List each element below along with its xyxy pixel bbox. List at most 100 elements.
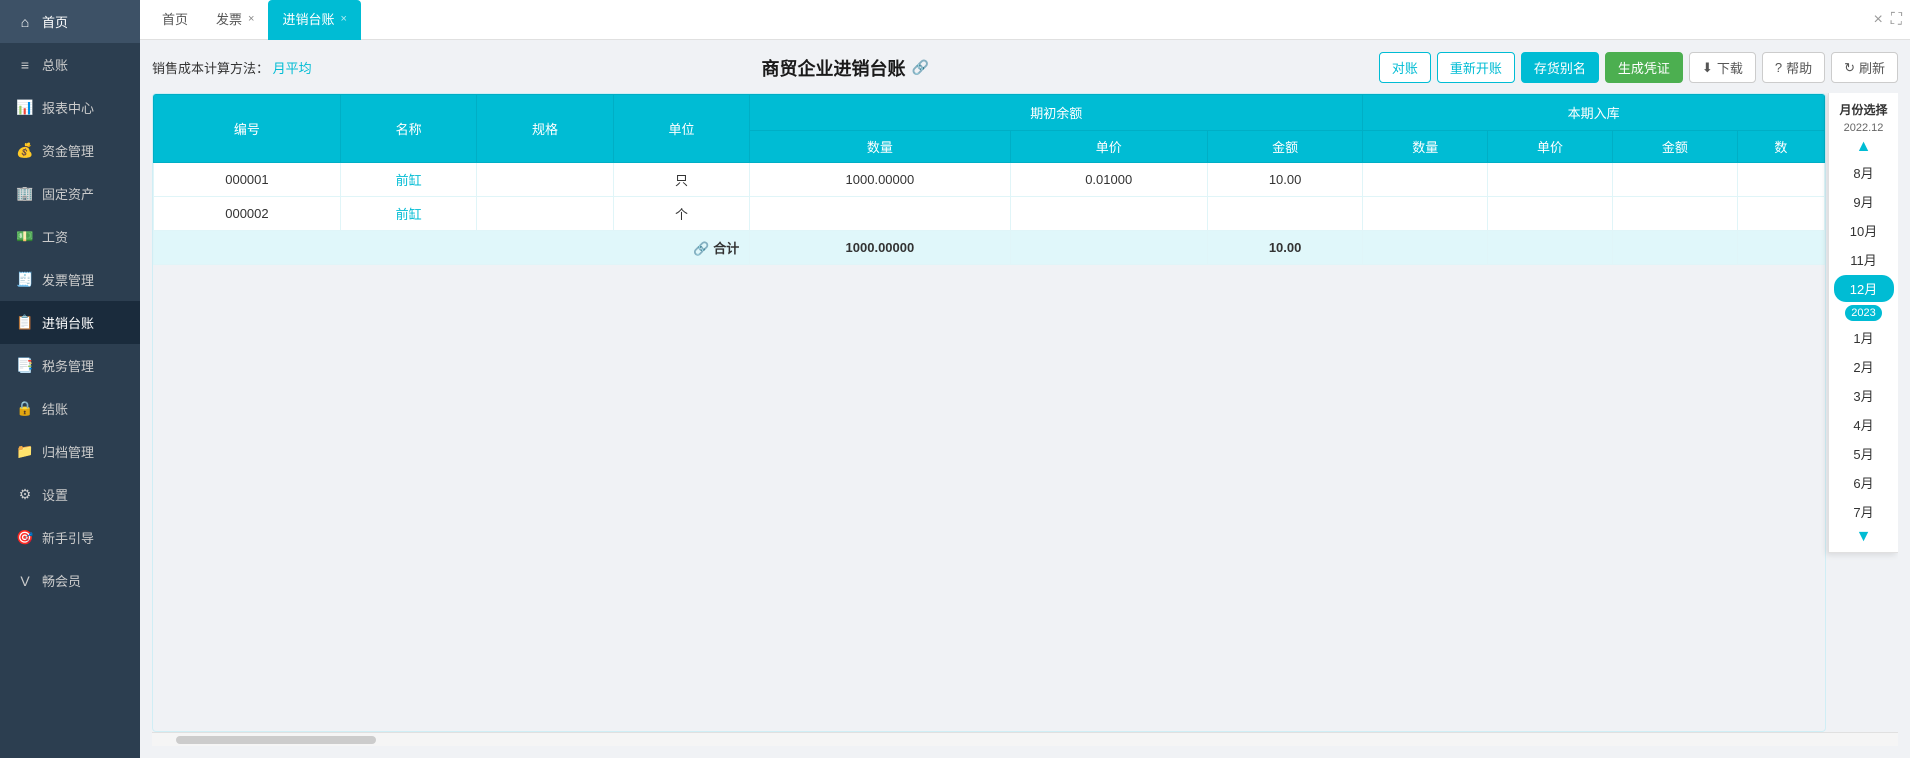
sidebar-item-payroll[interactable]: 💵 工资 — [0, 215, 140, 258]
scroll-thumb[interactable] — [176, 736, 376, 744]
sidebar-item-label: 设置 — [42, 485, 68, 504]
sidebar-item-fixed-assets[interactable]: 🏢 固定资产 — [0, 172, 140, 215]
reopen-button[interactable]: 重新开账 — [1437, 52, 1515, 83]
payroll-icon: 💵 — [16, 228, 34, 245]
cell-in-qty — [1363, 197, 1488, 231]
month-selector-panel: 月份选择 2022.12 ▲ 8月 9月 10月 11月 12月 2023 1月… — [1828, 93, 1898, 553]
purchase-sales-table: 编号 名称 规格 单位 期初余额 本期入库 数量 单价 金额 数量 — [153, 94, 1825, 265]
sidebar-item-settings[interactable]: ⚙ 设置 — [0, 473, 140, 516]
cell-in-price — [1488, 197, 1613, 231]
tab-invoice[interactable]: 发票 × — [202, 0, 268, 40]
sidebar-item-invoice-management[interactable]: 🧾 发票管理 — [0, 258, 140, 301]
total-in-qty — [1363, 231, 1488, 265]
settings-icon: ⚙ — [16, 486, 34, 503]
sidebar-item-reports[interactable]: 📊 报表中心 — [0, 86, 140, 129]
month-item-5[interactable]: 5月 — [1834, 440, 1894, 467]
month-item-8[interactable]: 8月 — [1834, 159, 1894, 186]
tab-purchase-sales-close[interactable]: × — [340, 13, 346, 25]
month-scroll-up[interactable]: ▲ — [1834, 136, 1894, 158]
cell-balance-amount: 10.00 — [1207, 163, 1362, 197]
sidebar: ⌂ 首页 ≡ 总账 📊 报表中心 💰 资金管理 🏢 固定资产 💵 工资 🧾 发票… — [0, 0, 140, 758]
sidebar-item-label: 进销台账 — [42, 313, 94, 332]
total-row: 🔗合计 1000.00000 10.00 — [154, 231, 1825, 265]
month-item-10[interactable]: 10月 — [1834, 217, 1894, 244]
tab-invoice-close[interactable]: × — [248, 13, 254, 25]
cell-code: 000002 — [154, 197, 341, 231]
sidebar-item-label: 新手引导 — [42, 528, 94, 547]
col-unit: 单位 — [613, 95, 749, 163]
save-alias-button[interactable]: 存货别名 — [1521, 52, 1599, 83]
sidebar-item-label: 结账 — [42, 399, 68, 418]
closing-icon: 🔒 — [16, 400, 34, 417]
sidebar-item-label: 资金管理 — [42, 141, 94, 160]
month-item-6[interactable]: 6月 — [1834, 469, 1894, 496]
cell-in-amount — [1612, 197, 1737, 231]
fund-icon: 💰 — [16, 142, 34, 159]
total-balance-qty: 1000.00000 — [750, 231, 1010, 265]
home-icon: ⌂ — [16, 14, 34, 30]
cell-in-price — [1488, 163, 1613, 197]
sidebar-item-guide[interactable]: 🎯 新手引导 — [0, 516, 140, 559]
table-row: 000002 前缸 个 — [154, 197, 1825, 231]
total-in-num — [1737, 231, 1824, 265]
total-balance-amount: 10.00 — [1207, 231, 1362, 265]
cell-in-qty — [1363, 163, 1488, 197]
month-item-9[interactable]: 9月 — [1834, 188, 1894, 215]
table-row: 000001 前缸 只 1000.00000 0.01000 10.00 — [154, 163, 1825, 197]
month-item-1[interactable]: 1月 — [1834, 324, 1894, 351]
sidebar-item-general-ledger[interactable]: ≡ 总账 — [0, 43, 140, 86]
cell-unit: 个 — [613, 197, 749, 231]
sub-in-qty: 数量 — [1363, 131, 1488, 163]
sidebar-item-purchase-sales[interactable]: 📋 进销台账 — [0, 301, 140, 344]
col-current-in: 本期入库 — [1363, 95, 1825, 131]
generate-voucher-button[interactable]: 生成凭证 — [1605, 52, 1683, 83]
tab-purchase-sales[interactable]: 进销台账 × — [268, 0, 360, 40]
month-item-7[interactable]: 7月 — [1834, 498, 1894, 525]
month-item-12[interactable]: 12月 — [1834, 275, 1894, 302]
col-spec: 规格 — [477, 95, 613, 163]
title-info-icon[interactable]: 🔗 — [912, 59, 929, 76]
month-item-3[interactable]: 3月 — [1834, 382, 1894, 409]
sub-balance-amount: 金额 — [1207, 131, 1362, 163]
cell-name: 前缸 — [340, 163, 476, 197]
total-label: 🔗合计 — [154, 231, 750, 265]
help-button[interactable]: ? 帮助 — [1762, 52, 1825, 83]
page-title: 商贸企业进销台账 🔗 — [762, 55, 929, 81]
download-icon: ⬇ — [1702, 60, 1713, 76]
window-close-button[interactable]: × — [1873, 11, 1882, 29]
sidebar-item-archive[interactable]: 📁 归档管理 — [0, 430, 140, 473]
refresh-button[interactable]: ↻ 刷新 — [1831, 52, 1898, 83]
sidebar-item-label: 固定资产 — [42, 184, 94, 203]
year-2023-label: 2023 — [1845, 305, 1881, 321]
month-scroll-down[interactable]: ▼ — [1834, 526, 1894, 548]
guide-icon: 🎯 — [16, 529, 34, 546]
assets-icon: 🏢 — [16, 185, 34, 202]
sidebar-item-label: 归档管理 — [42, 442, 94, 461]
sub-balance-price: 单价 — [1010, 131, 1207, 163]
tab-home[interactable]: 首页 — [148, 0, 202, 40]
cell-in-amount — [1612, 163, 1737, 197]
data-table-wrapper[interactable]: 编号 名称 规格 单位 期初余额 本期入库 数量 单价 金额 数量 — [152, 93, 1826, 732]
purchase-icon: 📋 — [16, 314, 34, 331]
month-item-11[interactable]: 11月 — [1834, 246, 1894, 273]
window-maximize-button[interactable]: ⛶ — [1891, 11, 1902, 29]
content-area: 销售成本计算方法： 月平均 商贸企业进销台账 🔗 对账 重新开账 存货别名 生成… — [140, 40, 1910, 758]
vip-icon: V — [16, 573, 34, 589]
cost-method: 销售成本计算方法： 月平均 — [152, 58, 312, 77]
sidebar-item-home[interactable]: ⌂ 首页 — [0, 0, 140, 43]
sidebar-item-vip[interactable]: V 畅会员 — [0, 559, 140, 602]
refresh-icon: ↻ — [1844, 60, 1855, 76]
sidebar-item-label: 报表中心 — [42, 98, 94, 117]
cell-in-num — [1737, 197, 1824, 231]
sidebar-item-tax-management[interactable]: 📑 税务管理 — [0, 344, 140, 387]
reconcile-button[interactable]: 对账 — [1379, 52, 1431, 83]
download-button[interactable]: ⬇ 下载 — [1689, 52, 1756, 83]
month-item-4[interactable]: 4月 — [1834, 411, 1894, 438]
sidebar-item-label: 税务管理 — [42, 356, 94, 375]
horizontal-scrollbar[interactable] — [152, 732, 1898, 746]
month-panel-current-year: 2022.12 — [1844, 122, 1884, 134]
sidebar-item-fund-management[interactable]: 💰 资金管理 — [0, 129, 140, 172]
cell-unit: 只 — [613, 163, 749, 197]
month-item-2[interactable]: 2月 — [1834, 353, 1894, 380]
sidebar-item-closing[interactable]: 🔒 结账 — [0, 387, 140, 430]
